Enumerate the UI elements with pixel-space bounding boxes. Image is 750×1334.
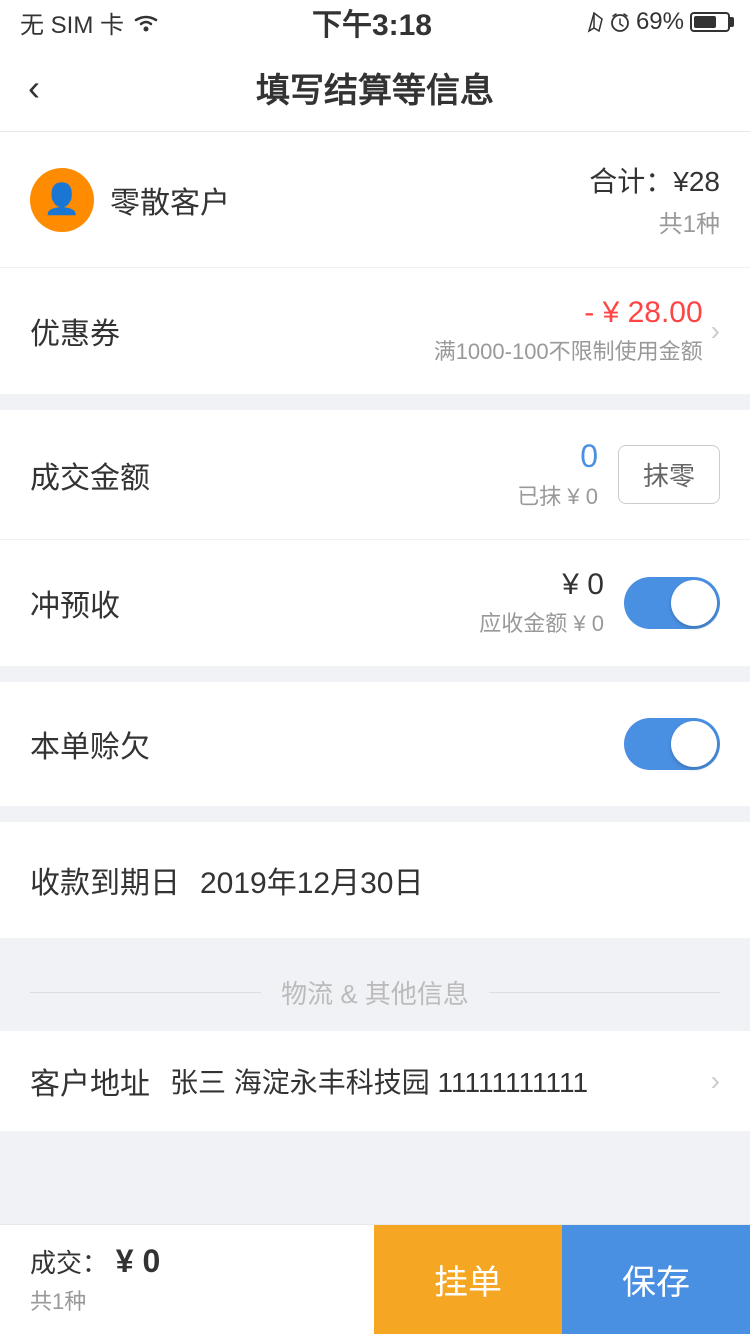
- hold-button[interactable]: 挂单: [374, 1225, 562, 1334]
- avatar: 👤: [30, 168, 94, 232]
- prepay-amount: ¥ 0: [479, 568, 604, 602]
- customer-name: 零散客户: [110, 178, 230, 222]
- content: 👤 零散客户 合计：¥28 共1种 优惠券 - ¥ 28.00 满1000-10…: [0, 132, 750, 1267]
- deal-right: 0 已抹 ¥ 0 抹零: [517, 438, 720, 511]
- round-off-button[interactable]: 抹零: [618, 445, 720, 504]
- coupon-discount: - ¥ 28.00 满1000-100不限制使用金额: [434, 296, 703, 366]
- address-value: 张三 海淀永丰科技园 11111111111: [170, 1061, 711, 1101]
- duedate-value: 2019年12月30日: [200, 858, 423, 902]
- customer-row: 👤 零散客户 合计：¥28 共1种: [0, 132, 750, 267]
- nav-bar: ‹ 填写结算等信息: [0, 44, 750, 132]
- battery-percent: 69%: [636, 8, 684, 36]
- coupon-row[interactable]: 优惠券 - ¥ 28.00 满1000-100不限制使用金额 ›: [0, 267, 750, 394]
- page-title: 填写结算等信息: [256, 63, 494, 112]
- duedate-label: 收款到期日: [30, 858, 180, 902]
- bottom-deal-row: 成交： ¥ 0: [30, 1243, 344, 1280]
- prepay-sub: 应收金额 ¥ 0: [479, 606, 604, 638]
- wifi-icon: [132, 12, 160, 32]
- battery-icon: [690, 12, 730, 32]
- prepay-label: 冲预收: [30, 581, 120, 625]
- debit-section: 本单赊欠: [0, 682, 750, 806]
- address-label: 客户地址: [30, 1059, 150, 1103]
- location-icon: [584, 11, 604, 33]
- debit-row: 本单赊欠: [0, 682, 750, 806]
- duedate-section: 收款到期日 2019年12月30日: [0, 822, 750, 938]
- customer-section: 👤 零散客户 合计：¥28 共1种 优惠券 - ¥ 28.00 满1000-10…: [0, 132, 750, 394]
- address-row[interactable]: 客户地址 张三 海淀永丰科技园 11111111111 ›: [0, 1031, 750, 1131]
- prepay-right: ¥ 0 应收金额 ¥ 0: [479, 568, 720, 638]
- deal-amount-row: 成交金额 0 已抹 ¥ 0 抹零: [0, 410, 750, 540]
- bottom-bar: 成交： ¥ 0 共1种 挂单 保存: [0, 1224, 750, 1334]
- alarm-icon: [610, 11, 630, 33]
- customer-left: 👤 零散客户: [30, 168, 230, 232]
- customer-total: 合计：¥28: [589, 160, 720, 200]
- bottom-deal-amount: ¥ 0: [116, 1243, 160, 1279]
- deal-amount-sub: 已抹 ¥ 0: [517, 479, 598, 511]
- status-left: 无 SIM 卡: [20, 5, 160, 40]
- save-button[interactable]: 保存: [562, 1225, 750, 1334]
- logistics-divider: 物流 & 其他信息: [0, 954, 750, 1031]
- duedate-row: 收款到期日 2019年12月30日: [0, 822, 750, 938]
- bottom-count: 共1种: [30, 1284, 344, 1316]
- coupon-right: - ¥ 28.00 满1000-100不限制使用金额 ›: [434, 296, 720, 366]
- bottom-deal-label: 成交：: [30, 1248, 108, 1278]
- status-bar: 无 SIM 卡 下午3:18 69%: [0, 0, 750, 44]
- customer-right: 合计：¥28 共1种: [589, 160, 720, 239]
- address-chevron-icon: ›: [711, 1065, 720, 1097]
- divider-line-left: [30, 992, 261, 993]
- logistics-label: 物流 & 其他信息: [261, 974, 489, 1011]
- deal-amount-value: 0: [517, 438, 598, 475]
- customer-count: 共1种: [589, 204, 720, 239]
- chevron-right-icon: ›: [711, 315, 720, 347]
- coupon-discount-desc: 满1000-100不限制使用金额: [434, 334, 703, 366]
- prepay-value-group: ¥ 0 应收金额 ¥ 0: [479, 568, 604, 638]
- prepay-row: 冲预收 ¥ 0 应收金额 ¥ 0: [0, 540, 750, 666]
- debit-toggle[interactable]: [624, 718, 720, 770]
- coupon-label: 优惠券: [30, 309, 120, 353]
- coupon-discount-amount: - ¥ 28.00: [434, 296, 703, 330]
- sim-status: 无 SIM 卡: [20, 5, 124, 40]
- deal-value-group: 0 已抹 ¥ 0: [517, 438, 598, 511]
- bottom-left: 成交： ¥ 0 共1种: [0, 1243, 374, 1316]
- address-section: 客户地址 张三 海淀永丰科技园 11111111111 ›: [0, 1031, 750, 1131]
- status-right: 69%: [584, 8, 730, 36]
- debit-label: 本单赊欠: [30, 722, 150, 766]
- toggle-knob: [671, 580, 717, 626]
- back-button[interactable]: ‹: [28, 67, 40, 109]
- deal-amount-label: 成交金额: [30, 453, 150, 497]
- divider-line-right: [489, 992, 720, 993]
- avatar-icon: 👤: [43, 182, 80, 217]
- debit-toggle-knob: [671, 721, 717, 767]
- prepay-toggle[interactable]: [624, 577, 720, 629]
- deal-section: 成交金额 0 已抹 ¥ 0 抹零 冲预收 ¥ 0 应收金额 ¥ 0: [0, 410, 750, 666]
- status-time: 下午3:18: [312, 0, 432, 44]
